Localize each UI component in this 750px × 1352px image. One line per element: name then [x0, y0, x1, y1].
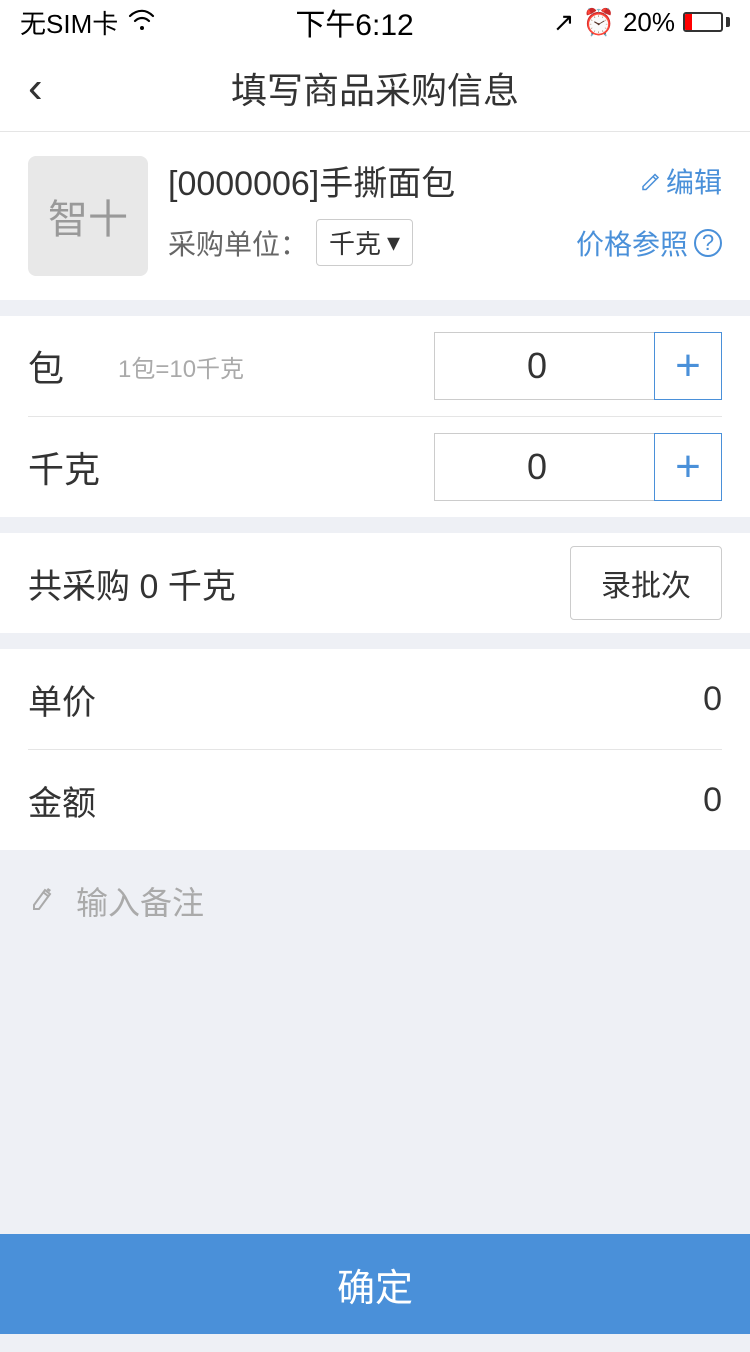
- amount-value: 0: [703, 781, 722, 820]
- price-section: 单价 0 金额 0: [0, 649, 750, 850]
- confirm-button[interactable]: 确定: [0, 1234, 750, 1334]
- kg-input[interactable]: [434, 433, 654, 501]
- back-button[interactable]: ‹: [28, 66, 43, 110]
- product-info: [0000006]手撕面包 编辑 采购单位： 千克 ▾ 价格参照 ?: [168, 156, 722, 266]
- bag-input[interactable]: [434, 332, 654, 400]
- price-reference-button[interactable]: 价格参照 ?: [576, 223, 722, 263]
- product-name: [0000006]手撕面包: [168, 156, 455, 205]
- status-left: 无SIM卡: [20, 4, 156, 41]
- product-thumbnail: 智十: [28, 156, 148, 276]
- product-name-row: [0000006]手撕面包 编辑: [168, 156, 722, 205]
- bag-input-row: 包 1包=10千克 +: [0, 316, 750, 416]
- bag-plus-button[interactable]: +: [654, 332, 722, 400]
- record-batch-button[interactable]: 录批次: [570, 546, 722, 620]
- kg-plus-button[interactable]: +: [654, 433, 722, 501]
- product-logo: 智十: [48, 187, 128, 245]
- section-divider-2: [0, 517, 750, 533]
- amount-row: 金额 0: [0, 750, 750, 850]
- section-divider-3: [0, 633, 750, 649]
- status-bar: 无SIM卡 下午6:12 ↗ ⏰ 20%: [0, 0, 750, 44]
- status-right: ↗ ⏰ 20%: [553, 7, 730, 38]
- remark-placeholder: 输入备注: [76, 878, 204, 924]
- edit-button[interactable]: 编辑: [640, 161, 722, 201]
- pencil-icon: [28, 880, 60, 922]
- amount-label: 金额: [28, 776, 96, 825]
- bag-input-wrap: +: [434, 332, 722, 400]
- bag-sublabel: 1包=10千克: [118, 349, 434, 384]
- bag-label: 包: [28, 340, 108, 392]
- wifi-icon: [128, 7, 156, 38]
- product-card: 智十 [0000006]手撕面包 编辑 采购单位： 千克 ▾: [0, 132, 750, 300]
- total-section: 共采购 0 千克 录批次: [0, 533, 750, 633]
- page-title: 填写商品采购信息: [231, 62, 519, 114]
- input-section: 包 1包=10千克 + 千克 +: [0, 316, 750, 517]
- help-icon: ?: [694, 229, 722, 257]
- unit-label: 采购单位：: [168, 223, 308, 263]
- battery-icon: [683, 12, 730, 32]
- location-icon: ↗: [553, 7, 575, 38]
- unit-row: 采购单位： 千克 ▾ 价格参照 ?: [168, 219, 722, 266]
- total-row: 共采购 0 千克 录批次: [0, 533, 750, 633]
- nav-bar: ‹ 填写商品采购信息: [0, 44, 750, 132]
- chevron-down-icon: ▾: [387, 227, 400, 258]
- unit-price-value: 0: [703, 680, 722, 719]
- kg-label: 千克: [28, 441, 108, 493]
- unit-select[interactable]: 千克 ▾: [316, 219, 413, 266]
- remark-section[interactable]: 输入备注: [0, 850, 750, 952]
- kg-input-wrap: +: [434, 433, 722, 501]
- alarm-icon: ⏰: [583, 7, 615, 38]
- unit-price-row: 单价 0: [0, 649, 750, 749]
- unit-price-label: 单价: [28, 675, 96, 724]
- section-divider-1: [0, 300, 750, 316]
- kg-input-row: 千克 +: [0, 417, 750, 517]
- battery-text: 20%: [623, 7, 675, 38]
- status-time: 下午6:12: [295, 0, 413, 44]
- carrier-text: 无SIM卡: [20, 4, 118, 41]
- total-label: 共采购 0 千克: [28, 559, 236, 608]
